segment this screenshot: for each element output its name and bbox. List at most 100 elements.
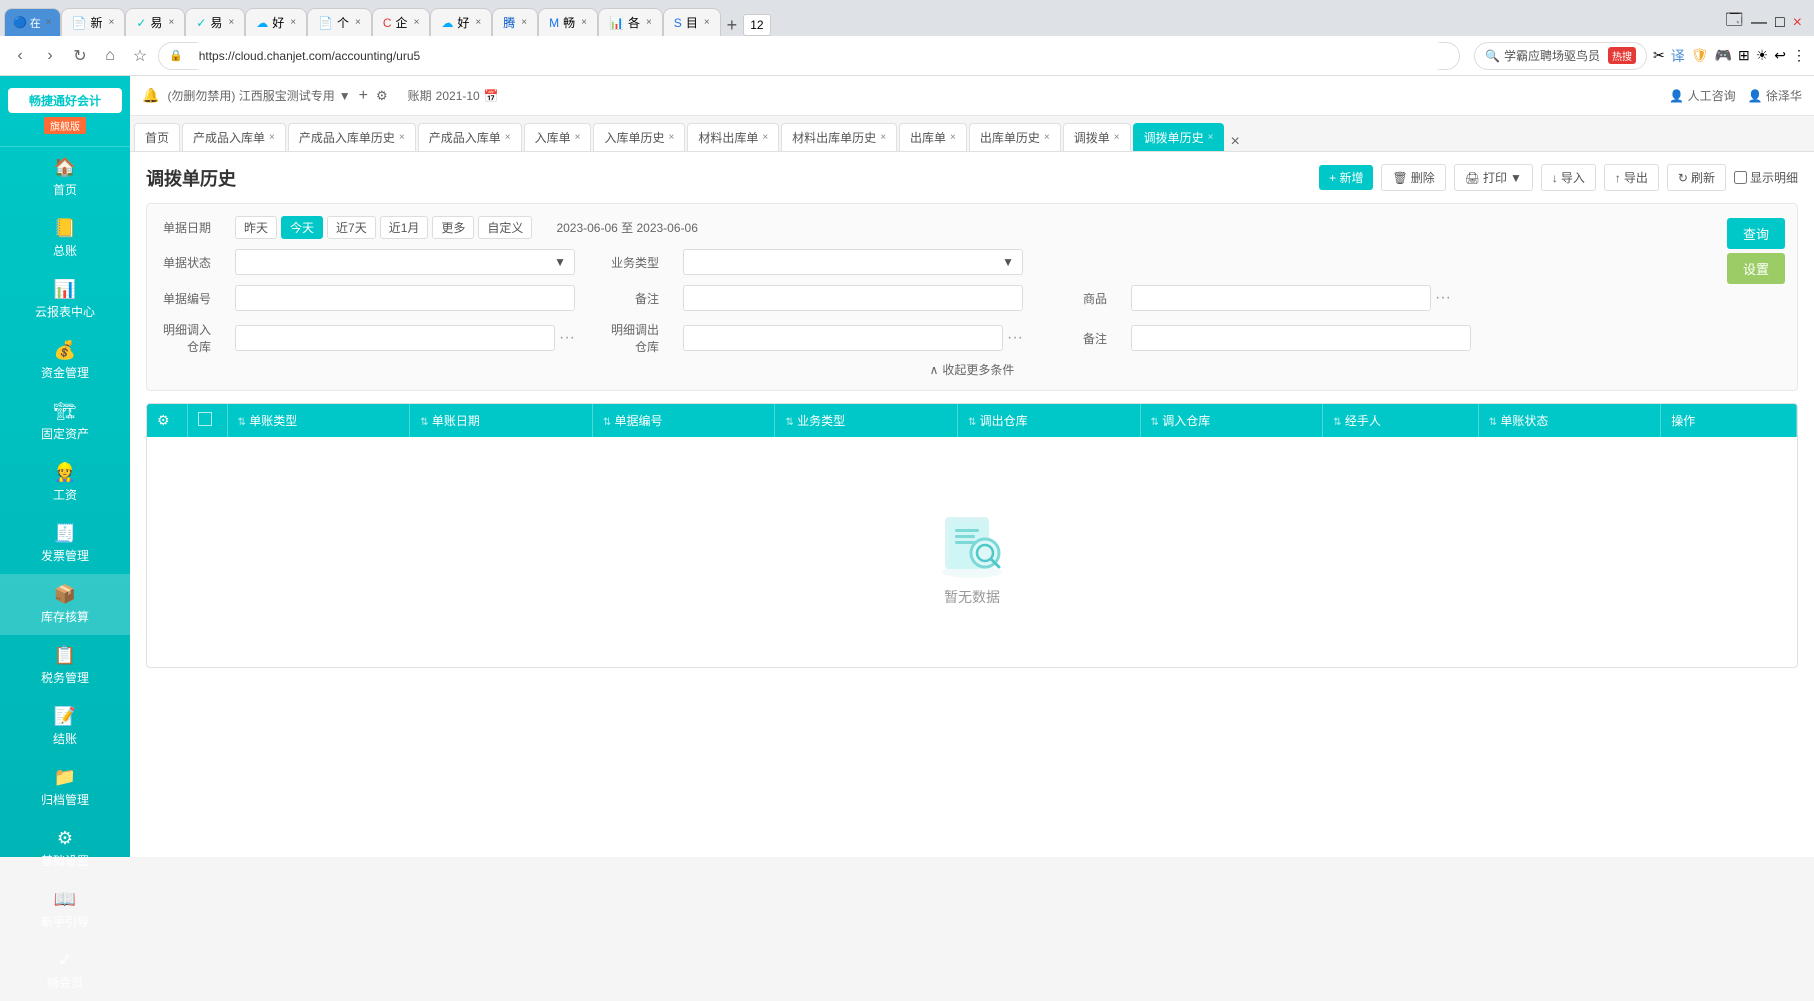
restore-button[interactable]: 🗔 [1726, 9, 1743, 36]
th-gear[interactable]: ⚙ [147, 404, 187, 437]
tab-out-order-history[interactable]: 出库单历史 × [969, 123, 1061, 151]
tab-finished-goods-in[interactable]: 产成品入库单 × [182, 123, 286, 151]
back-button[interactable]: ‹ [8, 44, 32, 68]
browser-tab-5[interactable]: ☁ 好 × [245, 8, 307, 36]
display-toggle[interactable]: 显示明细 [1734, 169, 1798, 186]
refresh-nav-button[interactable]: ↻ [68, 44, 92, 68]
search-box[interactable]: 🔍 学霸应聘场驱鸟员 热搜 [1474, 42, 1647, 70]
tab-material-out[interactable]: 材料出库单 × [687, 123, 779, 151]
business-type-select[interactable]: ▼ [683, 249, 1023, 275]
goods-more-icon[interactable]: ··· [1435, 289, 1451, 307]
browser-tab-7[interactable]: C 企 × [372, 8, 431, 36]
browser-tab-3[interactable]: ✓ 易 × [125, 8, 185, 36]
home-button[interactable]: ⌂ [98, 44, 122, 68]
browser-tab-12[interactable]: S 目 × [663, 8, 721, 36]
import-button[interactable]: ↓ 导入 [1541, 164, 1596, 191]
maximize-button[interactable]: □ [1775, 14, 1785, 32]
tab-transfer[interactable]: 调拨单 × [1063, 123, 1131, 151]
tab-transfer-history[interactable]: 调拨单历史 × [1133, 123, 1225, 151]
sidebar-item-member[interactable]: ✓ 畅会员 [0, 940, 130, 1001]
sidebar-item-inventory[interactable]: 📦 库存核算 [0, 574, 130, 635]
th-type[interactable]: ⇅ 单账类型 [227, 404, 410, 437]
browser-tab-6[interactable]: 📄 个 × [307, 8, 372, 36]
tab-home[interactable]: 首页 [134, 123, 180, 151]
settings-gear-icon[interactable]: ⚙ [376, 88, 388, 104]
game-icon[interactable]: 🎮 [1715, 47, 1732, 64]
menu-icon[interactable]: ⋮ [1792, 47, 1806, 64]
service-link[interactable]: 👤 人工咨询 [1669, 87, 1735, 104]
new-tab-button[interactable]: + [721, 15, 744, 36]
browser-tab-2[interactable]: 📄 新 × [61, 8, 126, 36]
tab-out-order[interactable]: 出库单 × [899, 123, 967, 151]
sidebar-item-guide[interactable]: 📖 新手引导 [0, 879, 130, 940]
date-1month[interactable]: 近1月 [380, 216, 429, 239]
print-button[interactable]: 🖨 打印 ▼ [1454, 164, 1533, 191]
date-more[interactable]: 更多 [432, 216, 474, 239]
translate-icon[interactable]: 译 [1671, 46, 1685, 66]
scissors-icon[interactable]: ✂ [1653, 47, 1665, 64]
user-info[interactable]: 👤 徐泽华 [1748, 87, 1802, 104]
display-checkbox[interactable] [1734, 171, 1747, 184]
tab-material-out-history[interactable]: 材料出库单历史 × [781, 123, 897, 151]
browser-tab-9[interactable]: 腾 × [492, 8, 538, 36]
org-selector[interactable]: (勿删勿禁用) 江西服宝测试专用 ▼ [167, 87, 350, 104]
th-out-warehouse[interactable]: ⇅ 调出仓库 [957, 404, 1140, 437]
export-button[interactable]: ↑ 导出 [1604, 164, 1659, 191]
date-yesterday[interactable]: 昨天 [235, 216, 277, 239]
close-window-button[interactable]: × [1793, 14, 1802, 32]
forward-button[interactable]: › [38, 44, 62, 68]
sidebar-item-home[interactable]: 🏠 首页 [0, 147, 130, 208]
th-handler[interactable]: ⇅ 经手人 [1323, 404, 1478, 437]
goods-input[interactable] [1131, 285, 1431, 311]
th-status[interactable]: ⇅ 单账状态 [1478, 404, 1661, 437]
sidebar-item-archive[interactable]: 📁 归档管理 [0, 757, 130, 818]
sidebar-item-ledger[interactable]: 📒 总账 [0, 208, 130, 269]
remark-input[interactable] [683, 285, 1023, 311]
doc-number-input[interactable] [235, 285, 575, 311]
tab-in-order-history[interactable]: 入库单历史 × [593, 123, 685, 151]
close-all-tabs-button[interactable]: × [1230, 133, 1239, 151]
status-select[interactable]: ▼ [235, 249, 575, 275]
tab-finished-goods-in-2[interactable]: 产成品入库单 × [418, 123, 522, 151]
browser-tab-4[interactable]: ✓ 易 × [185, 8, 245, 36]
select-all-checkbox[interactable] [198, 412, 212, 426]
browser-tab-8[interactable]: ☁ 好 × [430, 8, 492, 36]
tab-in-order[interactable]: 入库单 × [524, 123, 592, 151]
settings-filter-button[interactable]: 设置 [1727, 253, 1785, 284]
collapse-button[interactable]: ∧ 收起更多条件 [159, 355, 1785, 378]
sun-icon[interactable]: ☀ [1756, 47, 1769, 64]
sidebar-item-funds[interactable]: 💰 资金管理 [0, 330, 130, 391]
th-in-warehouse[interactable]: ⇅ 调入仓库 [1140, 404, 1323, 437]
th-checkbox[interactable] [187, 404, 227, 437]
delete-button[interactable]: 🗑 删除 [1381, 164, 1445, 191]
th-date[interactable]: ⇅ 单账日期 [410, 404, 593, 437]
detail-out-warehouse-input[interactable] [683, 325, 1003, 351]
browser-tab-10[interactable]: M 畅 × [538, 8, 598, 36]
grid-icon[interactable]: ⊞ [1738, 47, 1750, 64]
sidebar-item-assets[interactable]: 🏗 固定资产 [0, 391, 130, 452]
sidebar-item-tax[interactable]: 📋 税务管理 [0, 635, 130, 696]
th-number[interactable]: ⇅ 单据编号 [592, 404, 775, 437]
th-business[interactable]: ⇅ 业务类型 [775, 404, 958, 437]
detail-out-more-icon[interactable]: ··· [1007, 329, 1023, 347]
date-today[interactable]: 今天 [281, 216, 323, 239]
minimize-button[interactable]: — [1751, 14, 1767, 32]
detail-in-more-icon[interactable]: ··· [559, 329, 575, 347]
refresh-button[interactable]: ↻ 刷新 [1667, 164, 1726, 191]
sidebar-item-close-period[interactable]: 📝 结账 [0, 696, 130, 757]
undo-icon[interactable]: ↩ [1774, 47, 1786, 64]
sidebar-item-reports[interactable]: 📊 云报表中心 [0, 269, 130, 330]
shield-icon[interactable]: 🛡 [1691, 47, 1709, 64]
sidebar-item-payroll[interactable]: 👷 工资 [0, 452, 130, 513]
period-selector[interactable]: 账期 2021-10 📅 [408, 87, 499, 104]
add-org-button[interactable]: + [359, 87, 368, 105]
query-button[interactable]: 查询 [1727, 218, 1785, 249]
detail-in-warehouse-input[interactable] [235, 325, 555, 351]
date-7days[interactable]: 近7天 [327, 216, 376, 239]
url-input[interactable] [187, 42, 1449, 70]
new-button[interactable]: + 新增 [1319, 165, 1373, 190]
bookmark-button[interactable]: ☆ [128, 44, 152, 68]
browser-tab-1[interactable]: 🔵 在 × [4, 8, 61, 36]
browser-tab-11[interactable]: 📊 各 × [598, 8, 663, 36]
sidebar-item-settings[interactable]: ⚙ 基础设置 [0, 818, 130, 879]
